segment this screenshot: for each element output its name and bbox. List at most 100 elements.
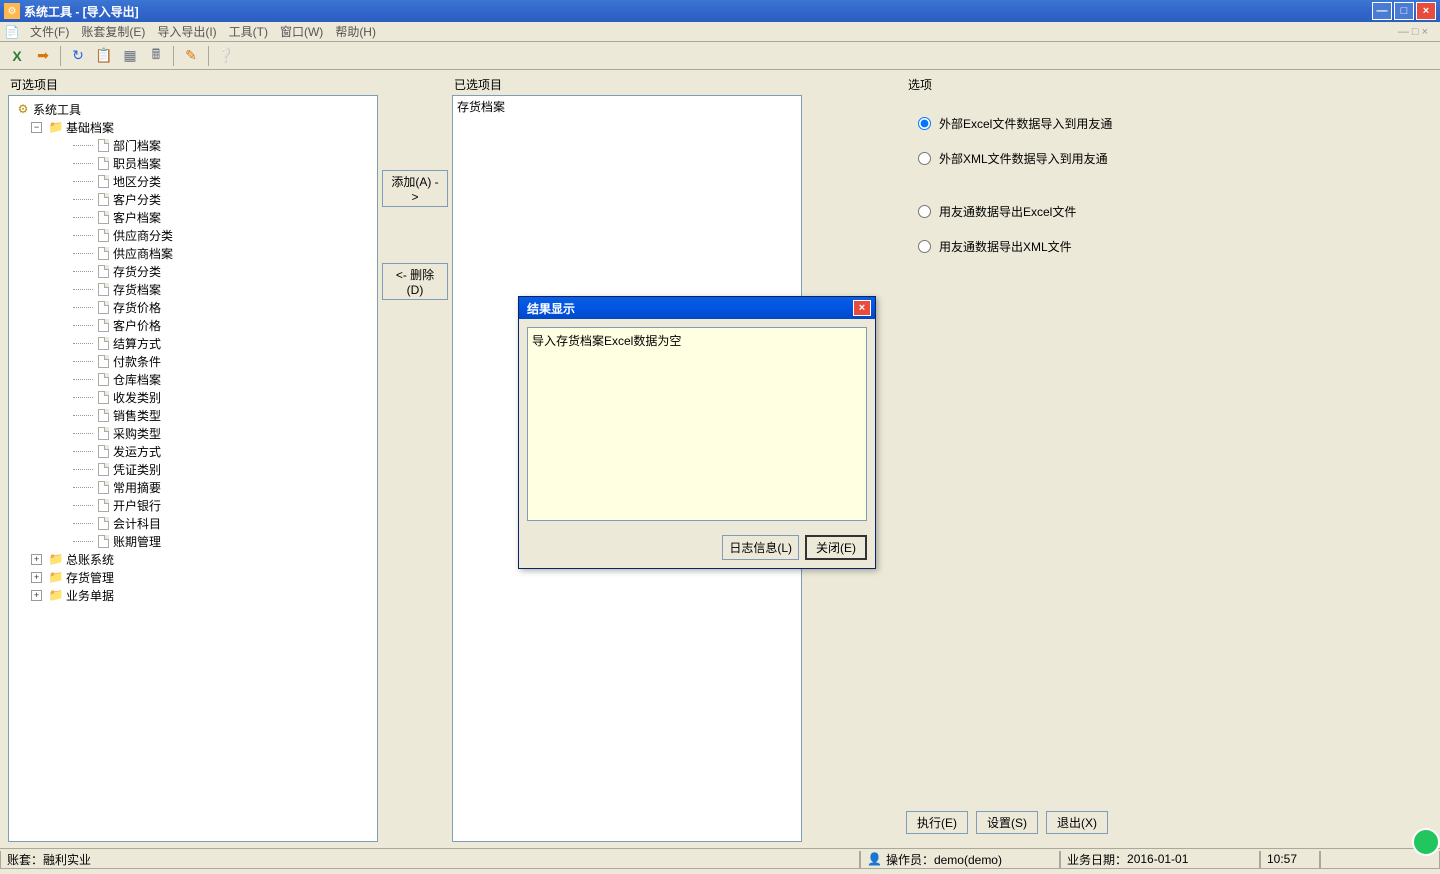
file-icon (95, 444, 111, 458)
tb-export-icon[interactable]: ➡ (32, 45, 54, 67)
execute-button[interactable]: 执行(E) (906, 811, 968, 834)
tree-leaf[interactable]: 发运方式 (11, 442, 375, 460)
tree-leaf-label: 职员档案 (113, 155, 161, 172)
window-controls: — □ × (1372, 2, 1436, 20)
tree-leaf[interactable]: 存货价格 (11, 298, 375, 316)
tree-branch[interactable]: + 📁存货管理 (11, 568, 375, 586)
tree-leaf[interactable]: 供应商档案 (11, 244, 375, 262)
tree-leaf[interactable]: 存货档案 (11, 280, 375, 298)
option-row[interactable]: 外部Excel文件数据导入到用友通 (918, 115, 1428, 132)
tree-leaf[interactable]: 常用摘要 (11, 478, 375, 496)
tree-leaf[interactable]: 客户档案 (11, 208, 375, 226)
selected-item[interactable]: 存货档案 (457, 98, 797, 115)
status-bizdate-value: 2016-01-01 (1127, 852, 1188, 866)
tree-basic[interactable]: − 📁 基础档案 (11, 118, 375, 136)
option-radio[interactable] (918, 117, 931, 130)
tree-leaf-label: 客户价格 (113, 317, 161, 334)
file-icon (95, 426, 111, 440)
dialog-close-icon[interactable]: × (853, 300, 871, 316)
file-icon (95, 336, 111, 350)
status-account: 账套：融利实业 (0, 851, 860, 869)
tb-table-icon[interactable]: ▦ (119, 45, 141, 67)
options-label: 选项 (906, 76, 1432, 93)
tree-branch-label: 总账系统 (66, 551, 114, 568)
menu-window[interactable]: 窗口(W) (274, 21, 329, 42)
titlebar: ⚙ 系统工具 - [导入导出] — □ × (0, 0, 1440, 22)
tb-excel-icon[interactable]: X (6, 45, 28, 67)
expander-plus-icon[interactable]: + (31, 554, 42, 565)
tree-branch[interactable]: +📁业务单据 (11, 586, 375, 604)
option-radio[interactable] (918, 240, 931, 253)
tree-leaf[interactable]: 会计科目 (11, 514, 375, 532)
dialog-log-button[interactable]: 日志信息(L) (722, 535, 799, 560)
tree-leaf[interactable]: 部门档案 (11, 136, 375, 154)
folder-icon: 📁 (48, 552, 64, 566)
notification-badge-icon[interactable] (1412, 828, 1440, 856)
tree-leaf[interactable]: 账期管理 (11, 532, 375, 550)
option-row[interactable]: 外部XML文件数据导入到用友通 (918, 150, 1428, 167)
file-icon (95, 318, 111, 332)
tree-leaf[interactable]: 凭证类别 (11, 460, 375, 478)
expander-minus-icon[interactable]: − (31, 122, 42, 133)
tb-book-icon[interactable]: 📋 (93, 45, 115, 67)
tb-calc-icon[interactable]: 🖩 (145, 45, 167, 67)
tree-leaf[interactable]: 结算方式 (11, 334, 375, 352)
menubar-app-icon: 📄 (4, 24, 20, 40)
tree-leaf[interactable]: 销售类型 (11, 406, 375, 424)
option-radio[interactable] (918, 205, 931, 218)
tree-leaf-label: 账期管理 (113, 533, 161, 550)
tree-leaf-label: 部门档案 (113, 137, 161, 154)
add-button[interactable]: 添加(A) -> (382, 170, 448, 207)
tb-refresh-icon[interactable]: ↻ (67, 45, 89, 67)
child-window-controls[interactable]: — □ × (1398, 26, 1436, 38)
tree-leaf[interactable]: 开户银行 (11, 496, 375, 514)
tree-leaf-label: 付款条件 (113, 353, 161, 370)
tree-leaf[interactable]: 职员档案 (11, 154, 375, 172)
tree-leaf[interactable]: 仓库档案 (11, 370, 375, 388)
available-label: 可选项目 (8, 76, 378, 93)
folder-icon: 📁 (48, 570, 64, 584)
tree-leaf[interactable]: 供应商分类 (11, 226, 375, 244)
exit-button[interactable]: 退出(X) (1046, 811, 1108, 834)
file-icon (95, 498, 111, 512)
minimize-button[interactable]: — (1372, 2, 1392, 20)
tb-help-icon[interactable]: ❔ (215, 45, 237, 67)
file-icon (95, 480, 111, 494)
statusbar: 账套：融利实业 👤 操作员：demo(demo) 业务日期： 2016-01-0… (0, 848, 1440, 870)
file-icon (95, 210, 111, 224)
tree-leaf[interactable]: 客户分类 (11, 190, 375, 208)
tree-leaf[interactable]: 存货分类 (11, 262, 375, 280)
tree-branch[interactable]: + 📁总账系统 (11, 550, 375, 568)
result-dialog: 结果显示 × 导入存货档案Excel数据为空 日志信息(L) 关闭(E) (518, 296, 876, 569)
tree-leaf[interactable]: 地区分类 (11, 172, 375, 190)
tb-edit-icon[interactable]: ✎ (180, 45, 202, 67)
tree-leaf[interactable]: 采购类型 (11, 424, 375, 442)
option-row[interactable]: 用友通数据导出XML文件 (918, 238, 1428, 255)
tree-leaf[interactable]: 收发类别 (11, 388, 375, 406)
menu-accountcopy[interactable]: 账套复制(E) (75, 21, 151, 42)
tree-leaf-label: 存货分类 (113, 263, 161, 280)
dialog-message-area[interactable]: 导入存货档案Excel数据为空 (527, 327, 867, 521)
dialog-close-button[interactable]: 关闭(E) (805, 535, 867, 560)
tree-leaf[interactable]: 客户价格 (11, 316, 375, 334)
tree-root[interactable]: ⚙ 系统工具 (11, 100, 375, 118)
option-radio[interactable] (918, 152, 931, 165)
menu-help[interactable]: 帮助(H) (329, 21, 382, 42)
menu-tools[interactable]: 工具(T) (223, 21, 274, 42)
status-operator: 👤 操作员：demo(demo) (860, 851, 1060, 869)
settings-button[interactable]: 设置(S) (976, 811, 1038, 834)
menu-file[interactable]: 文件(F) (24, 21, 75, 42)
tree-branch-label: 存货管理 (66, 569, 114, 586)
maximize-button[interactable]: □ (1394, 2, 1414, 20)
file-icon (95, 174, 111, 188)
option-row[interactable]: 用友通数据导出Excel文件 (918, 203, 1428, 220)
menu-importexport[interactable]: 导入导出(I) (151, 21, 222, 42)
delete-button[interactable]: <- 删除(D) (382, 263, 448, 300)
dialog-titlebar[interactable]: 结果显示 × (519, 297, 875, 319)
expander-plus-icon[interactable]: + (31, 590, 42, 601)
close-button[interactable]: × (1416, 2, 1436, 20)
expander-plus-icon[interactable]: + (31, 572, 42, 583)
operator-icon: 👤 (867, 852, 882, 866)
available-tree[interactable]: ⚙ 系统工具 − 📁 基础档案 部门档案职员档案地区分类客户分类客户档案供应商分… (9, 96, 377, 608)
tree-leaf[interactable]: 付款条件 (11, 352, 375, 370)
